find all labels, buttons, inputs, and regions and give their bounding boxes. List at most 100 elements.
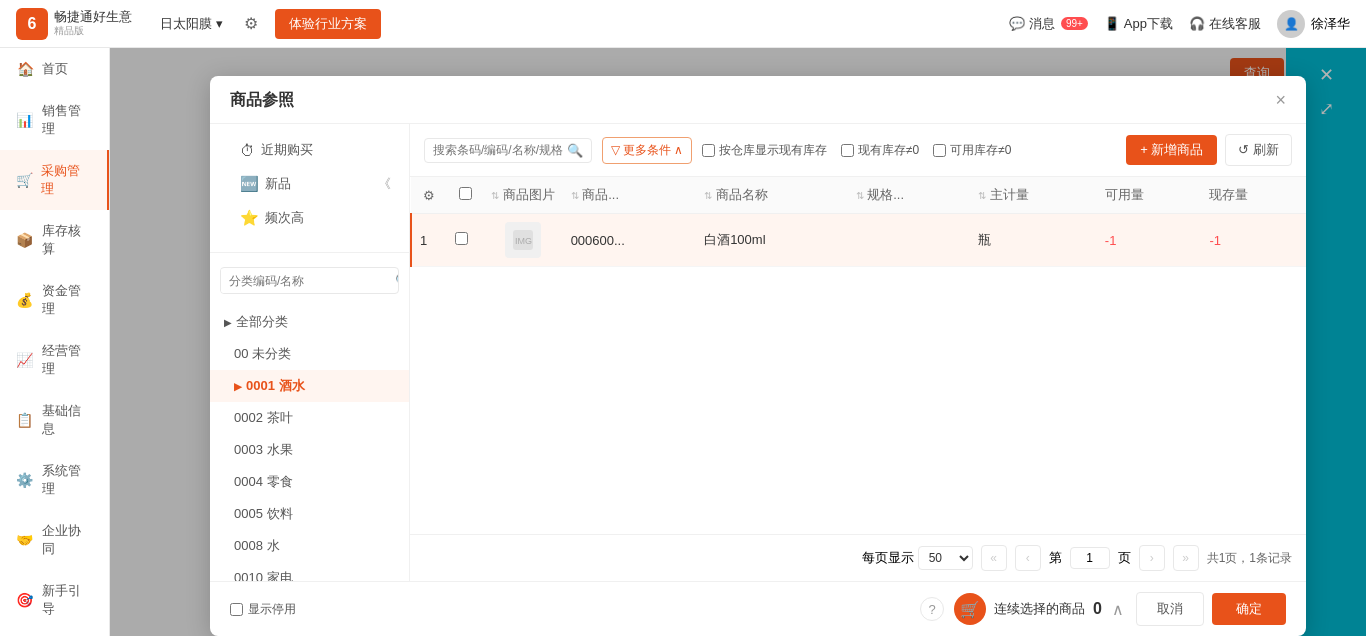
category-item-water[interactable]: 0008 水 bbox=[210, 530, 409, 562]
checkbox-stock-not-zero[interactable]: 现有库存≠0 bbox=[841, 142, 919, 159]
td-stock: -1 bbox=[1201, 214, 1306, 267]
refresh-button[interactable]: ↺ 刷新 bbox=[1225, 134, 1292, 166]
category-item-tea[interactable]: 0002 茶叶 bbox=[210, 402, 409, 434]
sidebar-label-operation: 经营管理 bbox=[42, 342, 93, 378]
display-disabled-checkbox[interactable]: 显示停用 bbox=[230, 601, 296, 618]
sidebar-item-finance[interactable]: 💰 资金管理 bbox=[0, 270, 109, 330]
sidebar-item-inventory[interactable]: 📦 库存核算 bbox=[0, 210, 109, 270]
prev-page-button[interactable]: ‹ bbox=[1015, 545, 1041, 571]
more-conditions-button[interactable]: ▽ 更多条件 ∧ bbox=[602, 137, 692, 164]
sidebar-item-system[interactable]: ⚙️ 系统管理 bbox=[0, 450, 109, 510]
trial-button[interactable]: 体验行业方案 bbox=[275, 9, 381, 39]
sidebar-item-collab[interactable]: 🤝 企业协同 bbox=[0, 510, 109, 570]
page-label: 第 bbox=[1049, 549, 1062, 567]
nav-label: 日太阳膜 bbox=[160, 15, 212, 33]
purchase-icon: 🛒 bbox=[16, 171, 33, 189]
sidebar-item-sales[interactable]: 📊 销售管理 bbox=[0, 90, 109, 150]
row-checkbox[interactable] bbox=[455, 232, 468, 245]
th-available[interactable]: 可用量 bbox=[1097, 177, 1202, 214]
category-item-wine[interactable]: ▶ 0001 酒水 bbox=[210, 370, 409, 402]
phone-icon: 📱 bbox=[1104, 16, 1120, 31]
expand-icon-wine: ▶ bbox=[234, 381, 242, 392]
messages-button[interactable]: 💬 消息 99+ bbox=[1009, 15, 1088, 33]
cancel-button[interactable]: 取消 bbox=[1136, 592, 1204, 626]
sidebar-item-purchase[interactable]: 🛒 采购管理 bbox=[0, 150, 109, 210]
product-search-input[interactable] bbox=[433, 143, 563, 157]
th-code[interactable]: ⇅ 商品... bbox=[563, 177, 697, 214]
nav-right: 💬 消息 99+ 📱 App下载 🎧 在线客服 👤 徐泽华 bbox=[1009, 10, 1350, 38]
warehouse-checkbox[interactable] bbox=[702, 144, 715, 157]
message-icon: 💬 bbox=[1009, 16, 1025, 31]
modal-close-button[interactable]: × bbox=[1275, 90, 1286, 111]
sidebar-item-operation[interactable]: 📈 经营管理 bbox=[0, 330, 109, 390]
quick-tab-frequent[interactable]: ⭐ 频次高 bbox=[230, 202, 356, 234]
th-spec[interactable]: ⇅ 规格... bbox=[848, 177, 971, 214]
add-product-button[interactable]: + 新增商品 bbox=[1126, 135, 1217, 165]
disabled-checkbox[interactable] bbox=[230, 603, 243, 616]
sidebar-item-guide[interactable]: 🎯 新手引导 bbox=[0, 570, 109, 630]
footer-right: 取消 确定 bbox=[1136, 592, 1286, 626]
per-page-dropdown[interactable]: 50 100 200 bbox=[918, 546, 973, 570]
collapse-panel-button[interactable]: 《 bbox=[372, 169, 397, 199]
filter-icon: ▽ bbox=[611, 143, 620, 157]
category-search-button[interactable]: 🔍 bbox=[387, 268, 399, 293]
category-label-wine: 0001 酒水 bbox=[246, 377, 305, 395]
td-name: 白酒100ml bbox=[696, 214, 847, 267]
category-item-fruit[interactable]: 0003 水果 bbox=[210, 434, 409, 466]
nav-dropdown[interactable]: 日太阳膜 ▾ bbox=[148, 9, 235, 39]
user-avatar-area[interactable]: 👤 徐泽华 bbox=[1277, 10, 1350, 38]
inventory-icon: 📦 bbox=[16, 231, 34, 249]
cart-icon-button[interactable]: 🛒 bbox=[954, 593, 986, 625]
category-item-snack[interactable]: 0004 零食 bbox=[210, 466, 409, 498]
table-row[interactable]: 1 IMG 000600... 白酒100ml bbox=[411, 214, 1306, 267]
sales-icon: 📊 bbox=[16, 111, 34, 129]
right-panel: 🔍 ▽ 更多条件 ∧ 按仓库显示现有库存 bbox=[410, 124, 1306, 581]
cart-area: 🛒 连续选择的商品 0 bbox=[954, 593, 1102, 625]
th-settings[interactable]: ⚙ bbox=[411, 177, 447, 214]
online-service-button[interactable]: 🎧 在线客服 bbox=[1189, 15, 1261, 33]
collapse-up-button[interactable]: ∧ bbox=[1112, 600, 1124, 619]
category-search[interactable]: 🔍 bbox=[220, 267, 399, 294]
category-item-appliance[interactable]: 0010 家电 bbox=[210, 562, 409, 581]
expand-icon: ▶ bbox=[224, 317, 232, 328]
settings-button[interactable]: ⚙ bbox=[235, 8, 267, 40]
next-page-button[interactable]: › bbox=[1139, 545, 1165, 571]
help-button[interactable]: ? bbox=[920, 597, 944, 621]
star-icon: ⭐ bbox=[240, 209, 259, 227]
product-table-area: ⚙ ⇅ 商品图片 ⇅ 商品... bbox=[410, 177, 1306, 534]
th-stock[interactable]: 现存量 bbox=[1201, 177, 1306, 214]
quick-tabs: ⏱ 近期购买 🆕 新品 ⭐ 频次高 bbox=[222, 134, 364, 234]
sidebar-item-basic[interactable]: 📋 基础信息 bbox=[0, 390, 109, 450]
left-panel: ⏱ 近期购买 🆕 新品 ⭐ 频次高 《 bbox=[210, 124, 410, 581]
category-label-water: 0008 水 bbox=[234, 537, 280, 555]
stock-not-zero-checkbox[interactable] bbox=[841, 144, 854, 157]
checkbox-warehouse[interactable]: 按仓库显示现有库存 bbox=[702, 142, 827, 159]
first-page-button[interactable]: « bbox=[981, 545, 1007, 571]
quick-tab-recent[interactable]: ⏱ 近期购买 bbox=[230, 134, 356, 166]
th-checkbox[interactable] bbox=[447, 177, 483, 214]
quick-tab-new[interactable]: 🆕 新品 bbox=[230, 168, 356, 200]
available-not-zero-checkbox[interactable] bbox=[933, 144, 946, 157]
app-download-button[interactable]: 📱 App下载 bbox=[1104, 15, 1173, 33]
confirm-button[interactable]: 确定 bbox=[1212, 593, 1286, 625]
page-number-input[interactable] bbox=[1070, 547, 1110, 569]
product-search-box[interactable]: 🔍 bbox=[424, 138, 592, 163]
td-checkbox[interactable] bbox=[447, 214, 483, 267]
checkbox-available-not-zero[interactable]: 可用库存≠0 bbox=[933, 142, 1011, 159]
sidebar-label-finance: 资金管理 bbox=[42, 282, 93, 318]
clock-icon: ⏱ bbox=[240, 142, 255, 159]
logo-title: 畅捷通好生意 bbox=[54, 9, 132, 25]
category-item-all[interactable]: ▶ 全部分类 bbox=[210, 306, 409, 338]
td-unit: 瓶 bbox=[970, 214, 1097, 267]
th-unit[interactable]: ⇅ 主计量 bbox=[970, 177, 1097, 214]
sidebar-item-appcenter[interactable]: 📱 应用中心 bbox=[0, 630, 109, 636]
category-item-beverage[interactable]: 0005 饮料 bbox=[210, 498, 409, 530]
category-search-input[interactable] bbox=[221, 269, 387, 293]
home-icon: 🏠 bbox=[16, 60, 34, 78]
last-page-button[interactable]: » bbox=[1173, 545, 1199, 571]
category-item-unclassified[interactable]: 00 未分类 bbox=[210, 338, 409, 370]
th-name[interactable]: ⇅ 商品名称 bbox=[696, 177, 847, 214]
modal-header: 商品参照 × bbox=[210, 76, 1306, 124]
select-all-checkbox[interactable] bbox=[459, 187, 472, 200]
sidebar-item-home[interactable]: 🏠 首页 bbox=[0, 48, 109, 90]
